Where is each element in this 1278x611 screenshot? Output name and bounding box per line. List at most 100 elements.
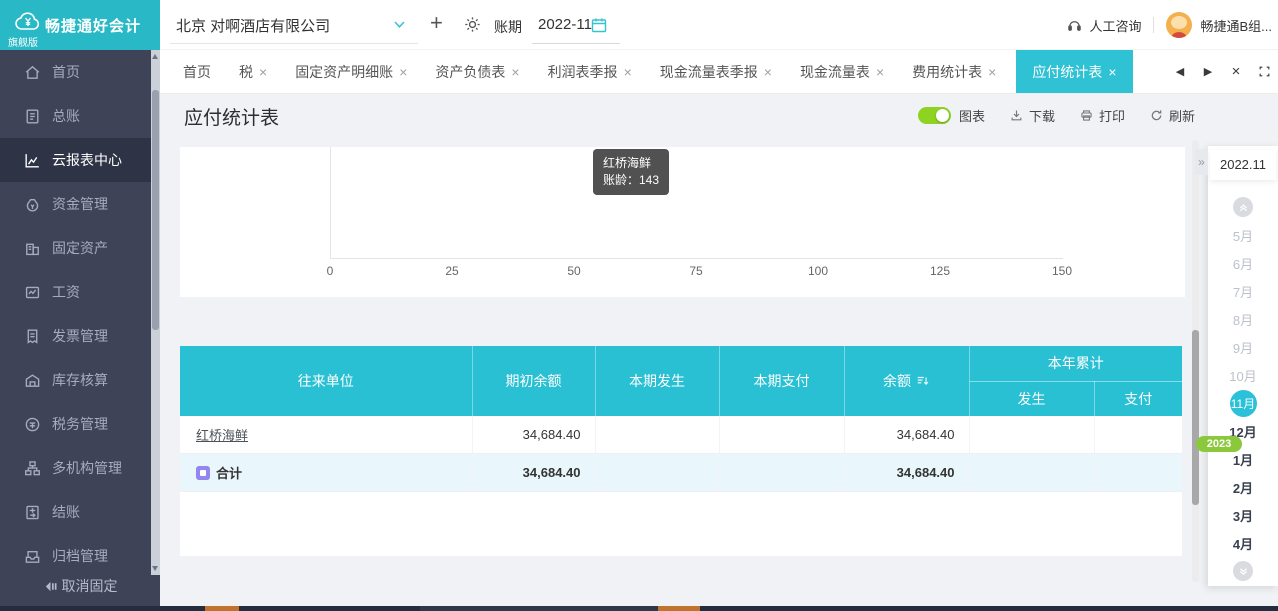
month-item[interactable]: 4月 <box>1208 529 1278 557</box>
sidebar-item-archive[interactable]: 归档管理 <box>0 534 151 578</box>
sidebar-item-closing[interactable]: 结账 <box>0 490 151 534</box>
sidebar-item-general-ledger[interactable]: 总账 <box>0 94 151 138</box>
close-icon[interactable]: × <box>988 64 996 80</box>
tab-balance-sheet[interactable]: 资产负债表 × <box>427 50 527 93</box>
month-list: 5月 6月 7月 8月 9月 10月 11月 12月 1月 2月 3月 4月 <box>1208 193 1278 585</box>
sidebar-item-inventory[interactable]: 库存核算 <box>0 358 151 402</box>
calendar-icon[interactable] <box>590 16 608 34</box>
close-icon[interactable]: × <box>876 64 884 80</box>
col-header-balance[interactable]: 余额 <box>844 346 970 416</box>
tooltip-value: 账龄：143 <box>603 173 660 187</box>
sidebar-item-invoices[interactable]: 发票管理 <box>0 314 151 358</box>
cell-balance: 34,684.40 <box>844 416 970 454</box>
month-item[interactable]: 8月 <box>1208 305 1278 333</box>
chart-toggle[interactable] <box>918 107 951 124</box>
sidebar-menu: 首页 总账 云报表中心 资金管理 固定资产 工资 发票管理 库存核算 税务管理 … <box>0 50 151 578</box>
sidebar-item-multi-org[interactable]: 多机构管理 <box>0 446 151 490</box>
months-scroll-up-button[interactable] <box>1208 193 1278 221</box>
building-icon <box>26 243 39 255</box>
sort-descending-icon[interactable] <box>916 374 930 388</box>
tab-payable-stats[interactable]: 应付统计表 × <box>1016 50 1133 93</box>
month-item[interactable]: 2月 <box>1208 473 1278 501</box>
months-scroll-down-button[interactable] <box>1208 557 1278 585</box>
x-tick: 125 <box>929 264 951 278</box>
total-opening-balance: 34,684.40 <box>472 453 596 492</box>
download-icon <box>1011 110 1022 121</box>
scroll-up-arrow[interactable] <box>152 54 158 59</box>
month-item[interactable]: 5月 <box>1208 221 1278 249</box>
sidebar-item-funds[interactable]: 资金管理 <box>0 182 151 226</box>
rail-collapse-button[interactable]: » <box>1195 149 1208 175</box>
total-icon <box>196 465 210 480</box>
tab-cashflow-quarterly[interactable]: 现金流量表季报 × <box>652 50 780 93</box>
tab-fixed-asset-ledger[interactable]: 固定资产明细账 × <box>287 50 415 93</box>
col-header-opening-balance: 期初余额 <box>472 346 596 416</box>
app-root: 畅捷通好会计 旗舰版 首页 总账 云报表中心 资金管理 固定资产 工资 发票管理… <box>0 0 1278 611</box>
print-button[interactable]: 打印 <box>1079 106 1125 125</box>
app-logo-badge: 旗舰版 <box>8 38 38 49</box>
chart-y-axis <box>330 147 331 259</box>
cell-period-incurred <box>595 416 720 454</box>
col-header-period-paid: 本期支付 <box>719 346 845 416</box>
chevron-down-icon[interactable] <box>394 21 405 29</box>
unpin-sidebar-button[interactable]: 取消固定 <box>0 576 160 596</box>
download-button[interactable]: 下载 <box>1009 106 1055 125</box>
double-chevron-down-icon <box>1239 567 1247 575</box>
sidebar-item-home[interactable]: 首页 <box>0 50 151 94</box>
home-icon <box>25 65 40 79</box>
content-scroll-thumb[interactable] <box>1192 330 1199 505</box>
cell-ytd-incurred <box>969 416 1095 454</box>
close-icon[interactable]: × <box>259 64 267 80</box>
tab-tax[interactable]: 税 × <box>231 50 275 93</box>
cell-ytd-paid <box>1094 416 1182 454</box>
sidebar-item-payroll[interactable]: 工资 <box>0 270 151 314</box>
close-icon[interactable]: × <box>399 64 407 80</box>
unit-link[interactable]: 红桥海鲜 <box>196 428 248 443</box>
x-tick: 50 <box>567 264 581 278</box>
period-value[interactable]: 2022-11 <box>538 16 592 33</box>
total-label: 合计 <box>216 465 243 481</box>
month-item[interactable]: 7月 <box>1208 277 1278 305</box>
sidebar-scrollbar[interactable] <box>151 50 160 575</box>
tab-close-all-button[interactable]: × <box>1222 50 1250 93</box>
close-icon[interactable]: × <box>624 64 632 80</box>
content-scrollbar[interactable] <box>1192 140 1199 582</box>
total-period-incurred <box>595 453 720 492</box>
close-icon[interactable]: × <box>1108 64 1116 80</box>
tab-income-quarterly[interactable]: 利润表季报 × <box>540 50 640 93</box>
add-button[interactable]: + <box>430 11 443 35</box>
month-item[interactable]: 3月 <box>1208 501 1278 529</box>
table-row: 红桥海鲜 34,684.40 34,684.40 <box>180 416 1182 454</box>
live-support-button[interactable]: 人工咨询 <box>1066 16 1141 35</box>
tab-cashflow[interactable]: 现金流量表 × <box>792 50 892 93</box>
month-item[interactable]: 10月 <box>1208 361 1278 389</box>
current-period-display[interactable]: 2022.11 <box>1210 150 1276 180</box>
month-item-selected[interactable]: 11月 <box>1208 389 1278 417</box>
sidebar-item-fixed-assets[interactable]: 固定资产 <box>0 226 151 270</box>
page-title: 应付统计表 <box>184 108 280 129</box>
close-icon[interactable]: × <box>511 64 519 80</box>
sidebar-item-cloud-reports[interactable]: 云报表中心 <box>0 138 151 182</box>
user-avatar[interactable] <box>1166 12 1193 38</box>
sidebar-scroll-thumb[interactable] <box>152 90 159 330</box>
refresh-button[interactable]: 刷新 <box>1149 106 1195 125</box>
tab-expense-stats[interactable]: 费用统计表 × <box>904 50 1004 93</box>
company-selector[interactable]: 北京 对啊酒店有限公司 <box>176 15 330 36</box>
sidebar-item-tax[interactable]: 税务管理 <box>0 402 151 446</box>
app-logo: 畅捷通好会计 旗舰版 <box>0 0 160 50</box>
tab-scroll-left-button[interactable]: ◀ <box>1166 50 1194 93</box>
fullscreen-icon[interactable] <box>1250 50 1278 93</box>
month-item[interactable]: 9月 <box>1208 333 1278 361</box>
month-item[interactable]: 6月 <box>1208 249 1278 277</box>
tab-home[interactable]: 首页 <box>175 50 219 93</box>
gear-icon[interactable] <box>463 15 482 34</box>
year-badge: 2023 <box>1196 436 1242 452</box>
x-tick: 75 <box>689 264 703 278</box>
col-header-period-incurred: 本期发生 <box>595 346 720 416</box>
taskbar-strip <box>0 606 1278 611</box>
user-name[interactable]: 畅捷通B组... <box>1200 16 1272 35</box>
cell-opening-balance: 34,684.40 <box>472 416 596 454</box>
scroll-down-arrow[interactable] <box>152 566 158 571</box>
tab-scroll-right-button[interactable]: ▶ <box>1194 50 1222 93</box>
close-icon[interactable]: × <box>764 64 772 80</box>
